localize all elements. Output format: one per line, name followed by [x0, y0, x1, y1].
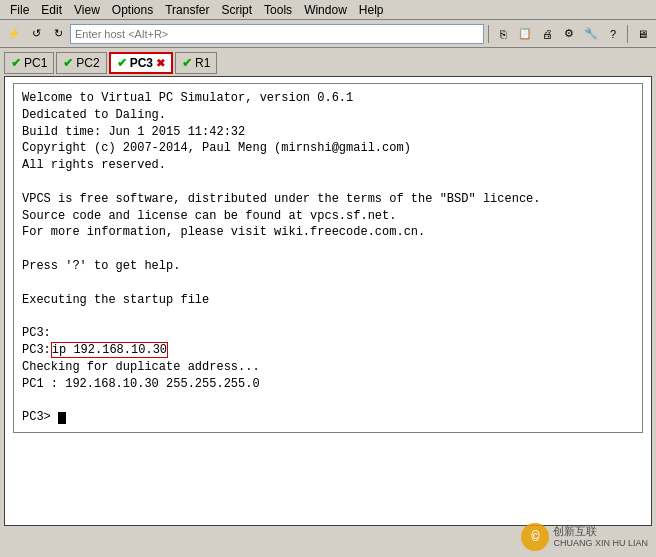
terminal-line-blank-3: [22, 275, 634, 292]
tab-pc1[interactable]: ✔ PC1: [4, 52, 54, 74]
menu-edit[interactable]: Edit: [35, 2, 68, 18]
toolbar-help[interactable]: ?: [603, 24, 623, 44]
terminal-line-4: Copyright (c) 2007-2014, Paul Meng (mirn…: [22, 140, 634, 157]
terminal-line-7: Source code and license can be found at …: [22, 208, 634, 225]
terminal-window[interactable]: Welcome to Virtual PC Simulator, version…: [4, 76, 652, 526]
menubar: File Edit View Options Transfer Script T…: [0, 0, 656, 20]
host-input[interactable]: [70, 24, 484, 44]
watermark: © 创新互联 CHUANG XIN HU LIAN: [521, 523, 648, 551]
toolbar-network[interactable]: 🔧: [581, 24, 601, 44]
ip-command-highlight: ip 192.168.10.30: [51, 342, 168, 358]
toolbar-refresh[interactable]: ↻: [48, 24, 68, 44]
terminal-cursor: [58, 412, 66, 424]
watermark-text: 创新互联 CHUANG XIN HU LIAN: [553, 524, 648, 550]
toolbar-copy[interactable]: ⎘: [493, 24, 513, 44]
tab-pc1-label: PC1: [24, 56, 47, 70]
tab-r1[interactable]: ✔ R1: [175, 52, 217, 74]
toolbar-new[interactable]: ⚡: [4, 24, 24, 44]
terminal-line-9: Press '?' to get help.: [22, 258, 634, 275]
tab-pc2-check: ✔: [63, 56, 73, 70]
terminal-line-15: PC3>: [22, 409, 634, 426]
terminal-line-blank-5: [22, 392, 634, 409]
toolbar-print[interactable]: 🖨: [537, 24, 557, 44]
menu-help[interactable]: Help: [353, 2, 390, 18]
terminal-line-12: PC3:ip 192.168.10.30: [22, 342, 634, 359]
terminal-line-blank-1: [22, 174, 634, 191]
menu-tools[interactable]: Tools: [258, 2, 298, 18]
tab-pc2-label: PC2: [76, 56, 99, 70]
terminal-line-2: Dedicated to Daling.: [22, 107, 634, 124]
terminal-line-11: PC3:: [22, 325, 634, 342]
toolbar-divider-1: [488, 25, 489, 43]
terminal-content[interactable]: Welcome to Virtual PC Simulator, version…: [13, 83, 643, 433]
tabs-bar: ✔ PC1 ✔ PC2 ✔ PC3 ✖ ✔ R1: [0, 48, 656, 74]
toolbar: ⚡ ↺ ↻ ⎘ 📋 🖨 ⚙ 🔧 ? 🖥: [0, 20, 656, 48]
toolbar-settings[interactable]: ⚙: [559, 24, 579, 44]
terminal-line-1: Welcome to Virtual PC Simulator, version…: [22, 90, 634, 107]
terminal-line-blank-4: [22, 308, 634, 325]
menu-options[interactable]: Options: [106, 2, 159, 18]
toolbar-monitor[interactable]: 🖥: [632, 24, 652, 44]
menu-window[interactable]: Window: [298, 2, 353, 18]
terminal-line-blank-2: [22, 241, 634, 258]
menu-script[interactable]: Script: [215, 2, 258, 18]
watermark-logo: ©: [521, 523, 549, 551]
toolbar-divider-2: [627, 25, 628, 43]
terminal-line-10: Executing the startup file: [22, 292, 634, 309]
tab-pc3[interactable]: ✔ PC3 ✖: [109, 52, 173, 74]
tab-pc3-label: PC3: [130, 56, 153, 70]
terminal-line-8: For more information, please visit wiki.…: [22, 224, 634, 241]
terminal-line-3: Build time: Jun 1 2015 11:42:32: [22, 124, 634, 141]
terminal-line-13: Checking for duplicate address...: [22, 359, 634, 376]
menu-transfer[interactable]: Transfer: [159, 2, 215, 18]
tab-pc3-close[interactable]: ✖: [156, 57, 165, 70]
terminal-line-5: All rights reserved.: [22, 157, 634, 174]
tab-pc3-check: ✔: [117, 56, 127, 70]
menu-view[interactable]: View: [68, 2, 106, 18]
tab-pc2[interactable]: ✔ PC2: [56, 52, 106, 74]
watermark-line1: 创新互联: [553, 524, 648, 538]
terminal-line-6: VPCS is free software, distributed under…: [22, 191, 634, 208]
terminal-line-14: PC1 : 192.168.10.30 255.255.255.0: [22, 376, 634, 393]
menu-file[interactable]: File: [4, 2, 35, 18]
watermark-line2: CHUANG XIN HU LIAN: [553, 538, 648, 550]
toolbar-open[interactable]: ↺: [26, 24, 46, 44]
toolbar-paste[interactable]: 📋: [515, 24, 535, 44]
tab-pc1-check: ✔: [11, 56, 21, 70]
tab-r1-label: R1: [195, 56, 210, 70]
tab-r1-check: ✔: [182, 56, 192, 70]
